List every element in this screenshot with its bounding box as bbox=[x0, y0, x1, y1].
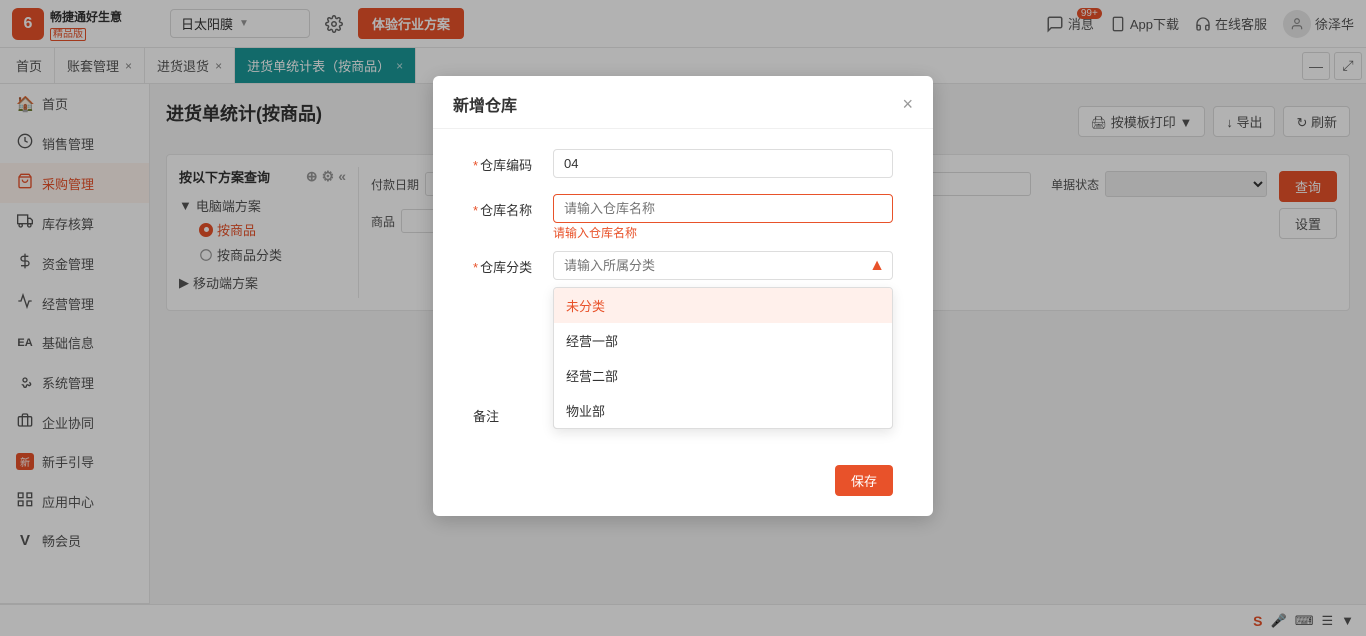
modal-footer: 保存 bbox=[433, 465, 933, 496]
add-warehouse-modal: 新增仓库 × 仓库编码 仓库名称 请输入仓库名称 仓库分类 ▲ 未分类 经营一部 bbox=[433, 76, 933, 516]
category-label: 仓库分类 bbox=[473, 251, 553, 276]
form-row-name: 仓库名称 请输入仓库名称 bbox=[473, 194, 893, 223]
dropdown-item-ops1[interactable]: 经营一部 bbox=[554, 323, 892, 358]
form-row-category: 仓库分类 ▲ 未分类 经营一部 经营二部 物业部 bbox=[473, 251, 893, 280]
notes-label: 备注 bbox=[473, 400, 553, 425]
code-label: 仓库编码 bbox=[473, 149, 553, 174]
modal-header: 新增仓库 × bbox=[433, 76, 933, 129]
category-dropdown-arrow-icon[interactable]: ▲ bbox=[869, 257, 885, 275]
modal-body: 仓库编码 仓库名称 请输入仓库名称 仓库分类 ▲ 未分类 经营一部 经营二部 物… bbox=[433, 129, 933, 465]
form-row-code: 仓库编码 bbox=[473, 149, 893, 178]
name-error-message: 请输入仓库名称 bbox=[553, 224, 637, 241]
category-dropdown-list: 未分类 经营一部 经营二部 物业部 bbox=[553, 287, 893, 429]
category-select-wrapper: ▲ bbox=[553, 251, 893, 280]
dropdown-item-none[interactable]: 未分类 bbox=[554, 288, 892, 323]
warehouse-code-input[interactable] bbox=[553, 149, 893, 178]
dropdown-item-property[interactable]: 物业部 bbox=[554, 393, 892, 428]
modal-title: 新增仓库 bbox=[453, 92, 517, 116]
category-input[interactable] bbox=[553, 251, 893, 280]
name-label: 仓库名称 bbox=[473, 194, 553, 219]
modal-close-icon[interactable]: × bbox=[902, 94, 913, 115]
dropdown-item-ops2[interactable]: 经营二部 bbox=[554, 358, 892, 393]
save-button[interactable]: 保存 bbox=[835, 465, 893, 496]
warehouse-name-input[interactable] bbox=[553, 194, 893, 223]
